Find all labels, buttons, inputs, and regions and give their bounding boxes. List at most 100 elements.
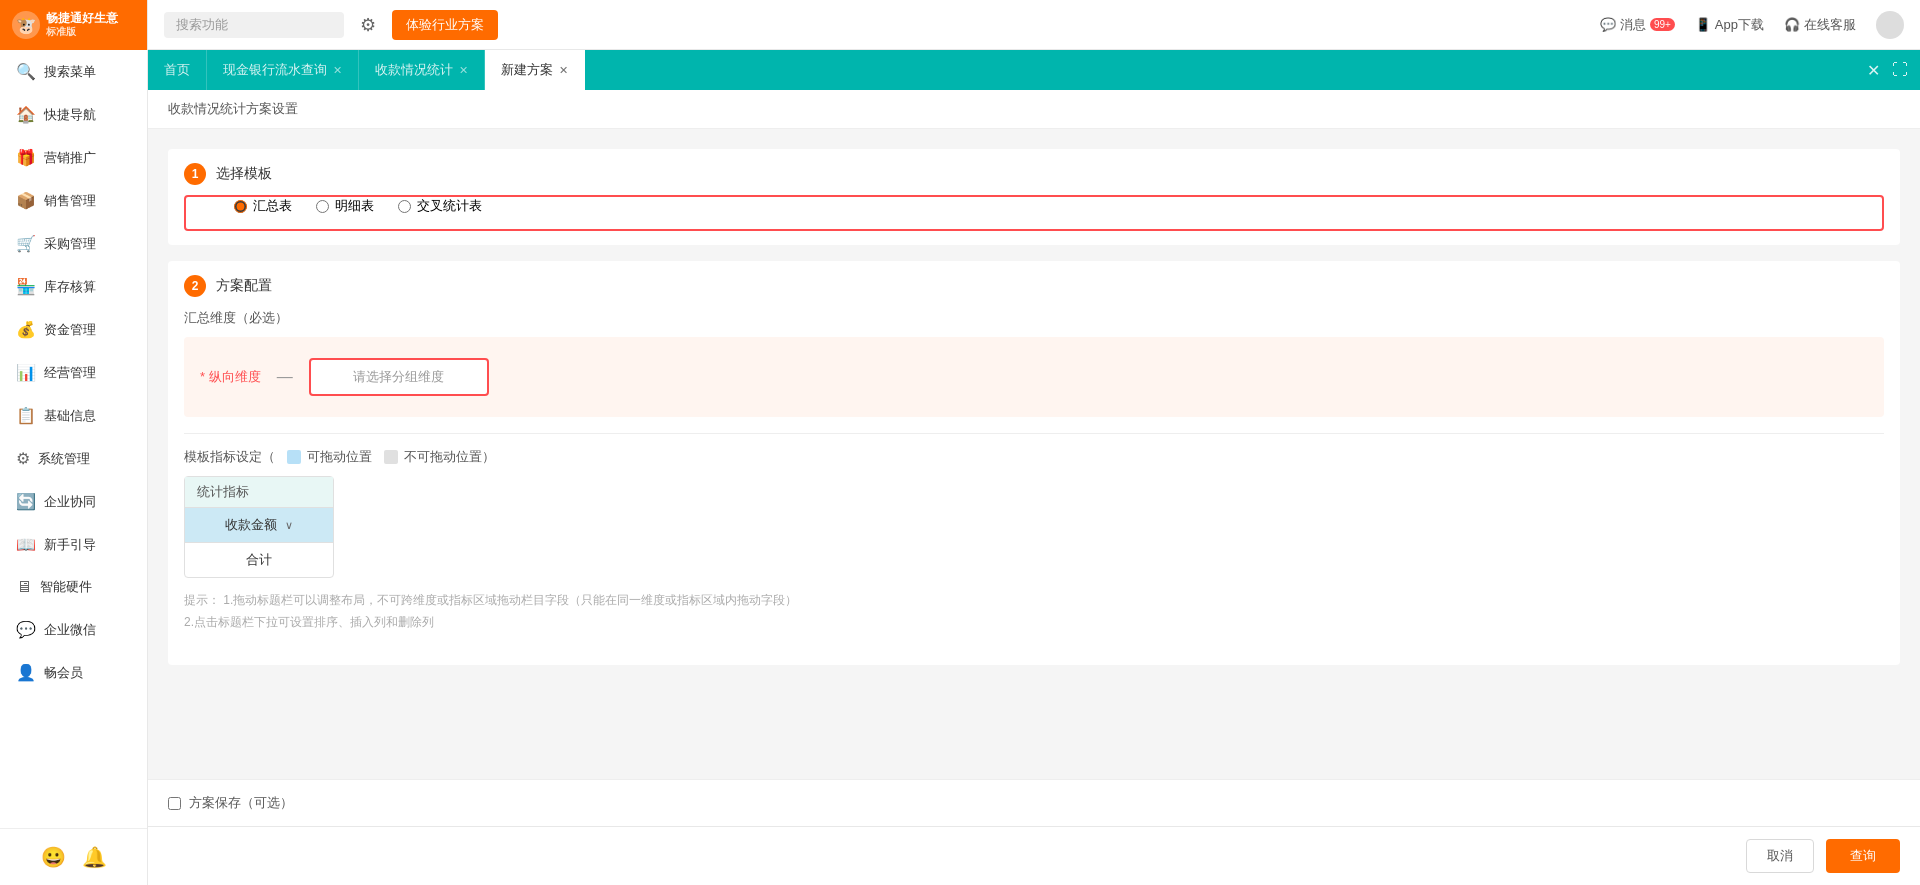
download-item[interactable]: 📱 App下载 (1695, 16, 1764, 34)
topbar: 搜索功能 ⚙ 体验行业方案 💬 消息 99+ 📱 App下载 🎧 在线客服 (148, 0, 1920, 50)
template-summary[interactable]: 汇总表 (234, 197, 292, 215)
indicator-section: 模板指标设定（ 可拖动位置 不可拖动位置） 统计指标 (168, 434, 1900, 578)
col1-label: 收款金额 (225, 516, 277, 534)
dimension-placeholder[interactable]: 请选择分组维度 (309, 358, 489, 396)
cart-icon: 🛒 (16, 234, 36, 253)
step1-section: 1 选择模板 汇总表 明细表 交叉统计表 (168, 149, 1900, 245)
sidebar-bottom-icon2[interactable]: 🔔 (82, 845, 107, 869)
sidebar-item-label: 资金管理 (44, 321, 96, 339)
sidebar-item-label: 基础信息 (44, 407, 96, 425)
sidebar-item-label: 企业协同 (44, 493, 96, 511)
template-cross[interactable]: 交叉统计表 (398, 197, 482, 215)
logo-icon: 🐮 (12, 11, 40, 39)
page-header-title: 收款情况统计方案设置 (168, 101, 298, 116)
template-detail-radio[interactable] (316, 200, 329, 213)
dimension-arrow-icon: — (277, 368, 293, 386)
fixed-legend: 不可拖动位置） (384, 448, 495, 466)
tab-collection-close[interactable]: ✕ (459, 64, 468, 77)
template-cross-label: 交叉统计表 (417, 197, 482, 215)
sidebar-item-system[interactable]: ⚙ 系统管理 (0, 437, 147, 480)
tab-new-plan-close[interactable]: ✕ (559, 64, 568, 77)
chevron-down-icon[interactable]: ∨ (285, 519, 293, 532)
tab-new-plan-label: 新建方案 (501, 61, 553, 79)
sidebar-item-inventory[interactable]: 🏪 库存核算 (0, 265, 147, 308)
sidebar-item-search[interactable]: 🔍 搜索菜单 (0, 50, 147, 93)
tab-collection[interactable]: 收款情况统计 ✕ (359, 50, 485, 90)
sidebar-bottom-icon1[interactable]: 😀 (41, 845, 66, 869)
total-label: 合计 (246, 552, 272, 567)
search-icon: 🔍 (16, 62, 36, 81)
tab-cashflow[interactable]: 现金银行流水查询 ✕ (207, 50, 359, 90)
page-content: 收款情况统计方案设置 1 选择模板 汇总表 明细表 (148, 90, 1920, 826)
headset-icon: 🎧 (1784, 17, 1800, 32)
book-icon: 📖 (16, 535, 36, 554)
tabs-actions: ✕ ⛶ (1855, 50, 1920, 90)
sidebar-item-basic-info[interactable]: 📋 基础信息 (0, 394, 147, 437)
tabs-close-icon[interactable]: ✕ (1867, 61, 1880, 80)
clipboard-icon: 📋 (16, 406, 36, 425)
save-checkbox[interactable] (168, 797, 181, 810)
tab-cashflow-close[interactable]: ✕ (333, 64, 342, 77)
sidebar-item-label: 搜索菜单 (44, 63, 96, 81)
sidebar-item-purchase[interactable]: 🛒 采购管理 (0, 222, 147, 265)
sidebar-item-finance[interactable]: 💰 资金管理 (0, 308, 147, 351)
sidebar-item-member[interactable]: 👤 畅会员 (0, 651, 147, 694)
industry-btn[interactable]: 体验行业方案 (392, 10, 498, 40)
sidebar-item-label: 智能硬件 (40, 578, 92, 596)
sidebar-item-label: 企业微信 (44, 621, 96, 639)
draggable-label: 可拖动位置 (307, 448, 372, 466)
tip-2: 2.点击标题栏下拉可设置排序、插入列和删除列 (184, 612, 1884, 634)
search-placeholder: 搜索功能 (176, 17, 228, 32)
indicator-col1[interactable]: 收款金额 ∨ (185, 508, 333, 542)
step2-badge: 2 (184, 275, 206, 297)
step1-badge: 1 (184, 163, 206, 185)
message-item[interactable]: 💬 消息 99+ (1600, 16, 1675, 34)
page-body: 1 选择模板 汇总表 明细表 交叉统计表 (148, 129, 1920, 779)
money-icon: 💰 (16, 320, 36, 339)
sidebar-item-enterprise[interactable]: 🔄 企业协同 (0, 480, 147, 523)
tab-collection-label: 收款情况统计 (375, 61, 453, 79)
message-icon: 💬 (1600, 17, 1616, 32)
indicator-table-header: 统计指标 (185, 477, 333, 508)
sidebar-item-label: 系统管理 (38, 450, 90, 468)
tabs-expand-icon[interactable]: ⛶ (1892, 61, 1908, 79)
template-summary-radio[interactable] (234, 200, 247, 213)
sidebar-item-marketing[interactable]: 🎁 营销推广 (0, 136, 147, 179)
query-button[interactable]: 查询 (1826, 839, 1900, 873)
main-area: 搜索功能 ⚙ 体验行业方案 💬 消息 99+ 📱 App下载 🎧 在线客服 首页 (148, 0, 1920, 885)
sync-icon: 🔄 (16, 492, 36, 511)
gear-settings-icon[interactable]: ⚙ (360, 14, 376, 36)
tab-home[interactable]: 首页 (148, 50, 207, 90)
sidebar-item-hardware[interactable]: 🖥 智能硬件 (0, 566, 147, 608)
step2-section: 2 方案配置 汇总维度（必选） * 纵向维度 — 请选择分组维度 (168, 261, 1900, 665)
topbar-right: 💬 消息 99+ 📱 App下载 🎧 在线客服 (1600, 11, 1904, 39)
monitor-icon: 🖥 (16, 578, 32, 596)
home-icon: 🏠 (16, 105, 36, 124)
tab-new-plan[interactable]: 新建方案 ✕ (485, 50, 585, 90)
footer-bar: 取消 查询 (148, 826, 1920, 885)
service-item[interactable]: 🎧 在线客服 (1784, 16, 1856, 34)
cancel-button[interactable]: 取消 (1746, 839, 1814, 873)
sidebar-item-guide[interactable]: 📖 新手引导 (0, 523, 147, 566)
save-section: 方案保存（可选） (148, 779, 1920, 826)
topbar-search[interactable]: 搜索功能 (164, 12, 344, 38)
sidebar-item-sales[interactable]: 📦 销售管理 (0, 179, 147, 222)
sidebar-item-operations[interactable]: 📊 经营管理 (0, 351, 147, 394)
sidebar-item-wechat[interactable]: 💬 企业微信 (0, 608, 147, 651)
fixed-label: 不可拖动位置） (404, 448, 495, 466)
template-cross-radio[interactable] (398, 200, 411, 213)
download-label: App下载 (1715, 16, 1764, 34)
sidebar-item-label: 库存核算 (44, 278, 96, 296)
user-avatar[interactable] (1876, 11, 1904, 39)
sidebar-item-quicknav[interactable]: 🏠 快捷导航 (0, 93, 147, 136)
indicator-total-row: 合计 (185, 543, 333, 577)
sidebar-item-label: 采购管理 (44, 235, 96, 253)
sidebar-item-label: 快捷导航 (44, 106, 96, 124)
message-label: 消息 (1620, 16, 1646, 34)
dimension-group-label: 汇总维度（必选） (184, 309, 1884, 327)
template-detail[interactable]: 明细表 (316, 197, 374, 215)
sidebar: 🐮 畅捷通好生意 标准版 🔍 搜索菜单 🏠 快捷导航 🎁 营销推广 📦 销售管理… (0, 0, 148, 885)
dimension-area: * 纵向维度 — 请选择分组维度 (184, 337, 1884, 417)
warehouse-icon: 🏪 (16, 277, 36, 296)
sidebar-item-label: 新手引导 (44, 536, 96, 554)
